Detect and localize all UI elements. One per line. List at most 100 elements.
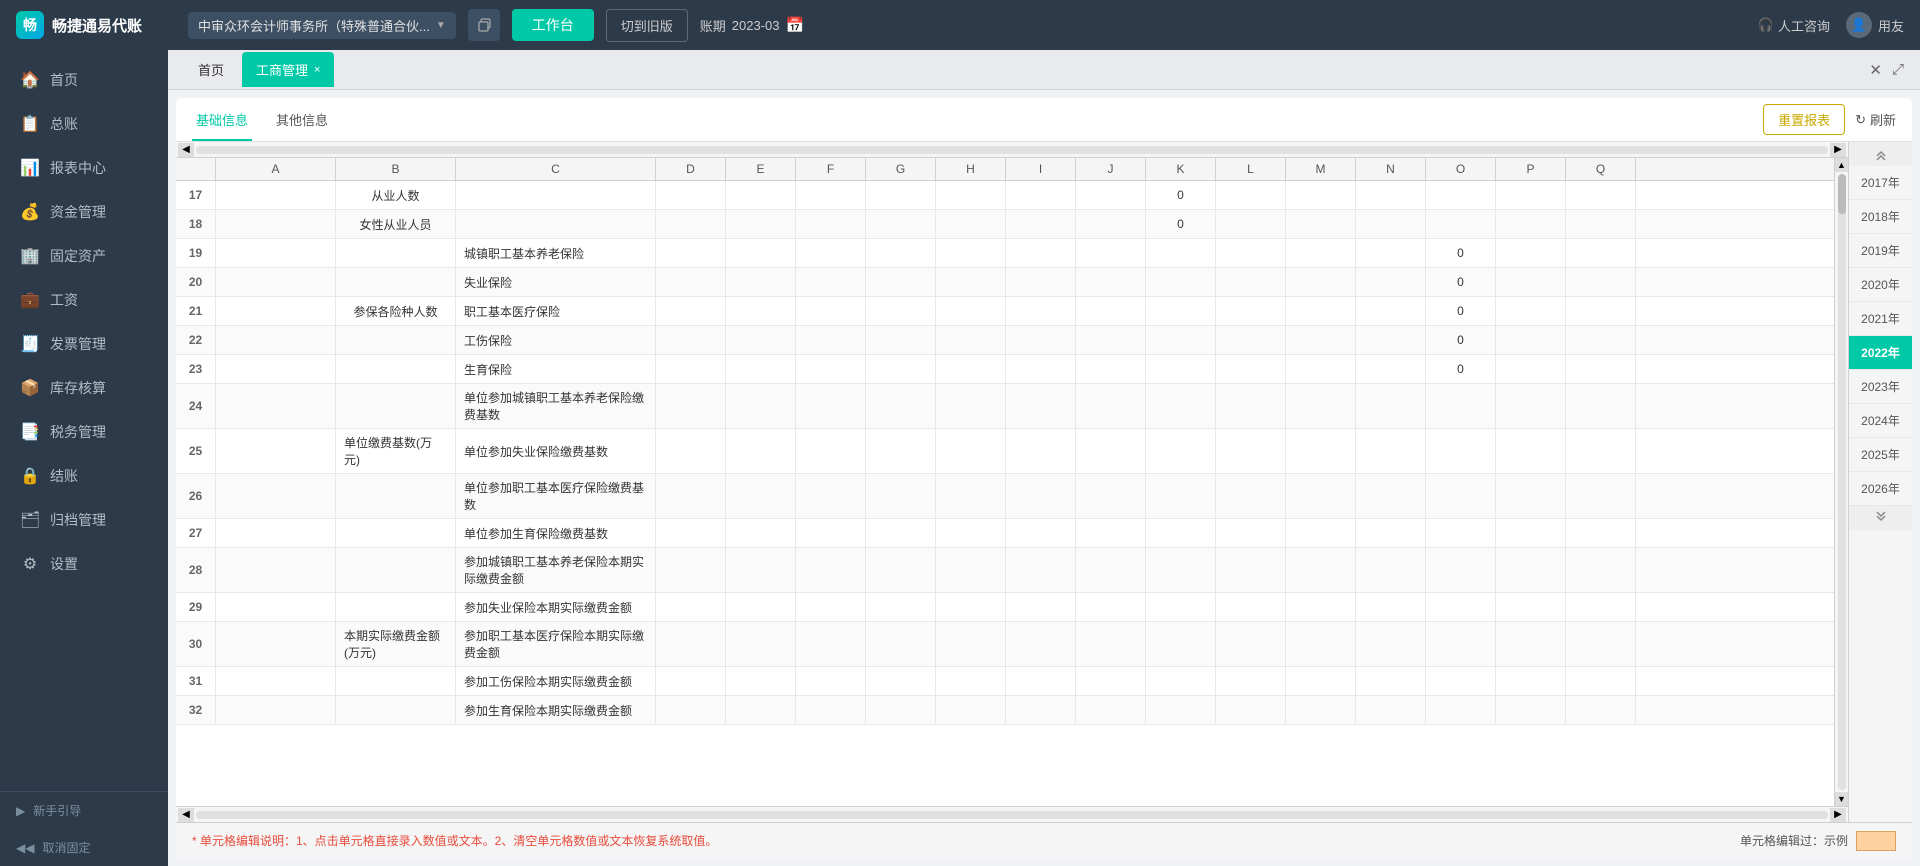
- row-22-p[interactable]: [1496, 326, 1566, 354]
- row-21-b[interactable]: 参保各险种人数: [336, 297, 456, 325]
- sidebar-item-archive[interactable]: 🗂 归档管理: [0, 498, 168, 542]
- row-19-c[interactable]: 城镇职工基本养老保险: [456, 239, 656, 267]
- row-27-q[interactable]: [1566, 519, 1636, 547]
- row-28-h[interactable]: [936, 548, 1006, 592]
- hscroll-track2[interactable]: [196, 811, 1828, 819]
- row-32-b[interactable]: [336, 696, 456, 724]
- year-2023[interactable]: 2023年: [1849, 370, 1912, 404]
- row-22-g[interactable]: [866, 326, 936, 354]
- row-20-b[interactable]: [336, 268, 456, 296]
- sidebar-item-capital[interactable]: 💰 资金管理: [0, 190, 168, 234]
- row-18-m[interactable]: [1286, 210, 1356, 238]
- row-20-k[interactable]: [1146, 268, 1216, 296]
- tab-close-icon[interactable]: ×: [314, 64, 320, 76]
- row-17-p[interactable]: [1496, 181, 1566, 209]
- row-30-j[interactable]: [1076, 622, 1146, 666]
- row-26-h[interactable]: [936, 474, 1006, 518]
- row-29-j[interactable]: [1076, 593, 1146, 621]
- row-18-i[interactable]: [1006, 210, 1076, 238]
- sidebar-item-ledger[interactable]: 📋 总账: [0, 102, 168, 146]
- unpin-item[interactable]: ◀◀ 取消固定: [0, 829, 168, 866]
- year-2021[interactable]: 2021年: [1849, 302, 1912, 336]
- row-26-d[interactable]: [656, 474, 726, 518]
- row-26-b[interactable]: [336, 474, 456, 518]
- row-26-p[interactable]: [1496, 474, 1566, 518]
- row-22-m[interactable]: [1286, 326, 1356, 354]
- row-25-j[interactable]: [1076, 429, 1146, 473]
- sheet-scroll-area[interactable]: A B C D E F G H I J K L: [176, 158, 1834, 806]
- row-18-h[interactable]: [936, 210, 1006, 238]
- year-panel-up[interactable]: [1849, 142, 1912, 166]
- row-32-l[interactable]: [1216, 696, 1286, 724]
- row-21-i[interactable]: [1006, 297, 1076, 325]
- row-28-b[interactable]: [336, 548, 456, 592]
- row-20-p[interactable]: [1496, 268, 1566, 296]
- row-18-p[interactable]: [1496, 210, 1566, 238]
- row-23-c[interactable]: 生育保险: [456, 355, 656, 383]
- row-32-a[interactable]: [216, 696, 336, 724]
- row-19-o[interactable]: 0: [1426, 239, 1496, 267]
- row-24-k[interactable]: [1146, 384, 1216, 428]
- row-17-l[interactable]: [1216, 181, 1286, 209]
- row-30-n[interactable]: [1356, 622, 1426, 666]
- sidebar-item-inventory[interactable]: 📦 库存核算: [0, 366, 168, 410]
- user-area[interactable]: 👤 用友: [1846, 12, 1904, 38]
- row-17-j[interactable]: [1076, 181, 1146, 209]
- row-29-m[interactable]: [1286, 593, 1356, 621]
- row-23-g[interactable]: [866, 355, 936, 383]
- sidebar-item-close[interactable]: 🔒 结账: [0, 454, 168, 498]
- row-23-b[interactable]: [336, 355, 456, 383]
- row-24-c[interactable]: 单位参加城镇职工基本养老保险缴费基数: [456, 384, 656, 428]
- row-17-k[interactable]: 0: [1146, 181, 1216, 209]
- row-20-c[interactable]: 失业保险: [456, 268, 656, 296]
- row-25-b[interactable]: 单位缴费基数(万元): [336, 429, 456, 473]
- sub-tab-basic[interactable]: 基础信息: [192, 100, 252, 141]
- bottom-hscroll[interactable]: ◀ ▶: [176, 806, 1848, 822]
- vertical-scrollbar[interactable]: ▲ ▼: [1834, 158, 1848, 806]
- row-23-l[interactable]: [1216, 355, 1286, 383]
- row-30-c[interactable]: 参加职工基本医疗保险本期实际缴费金额: [456, 622, 656, 666]
- row-31-p[interactable]: [1496, 667, 1566, 695]
- row-23-p[interactable]: [1496, 355, 1566, 383]
- row-22-f[interactable]: [796, 326, 866, 354]
- row-31-m[interactable]: [1286, 667, 1356, 695]
- row-31-g[interactable]: [866, 667, 936, 695]
- row-19-n[interactable]: [1356, 239, 1426, 267]
- row-23-k[interactable]: [1146, 355, 1216, 383]
- row-29-p[interactable]: [1496, 593, 1566, 621]
- sidebar-item-report[interactable]: 📊 报表中心: [0, 146, 168, 190]
- row-18-k[interactable]: 0: [1146, 210, 1216, 238]
- row-18-n[interactable]: [1356, 210, 1426, 238]
- row-28-m[interactable]: [1286, 548, 1356, 592]
- row-25-i[interactable]: [1006, 429, 1076, 473]
- row-22-q[interactable]: [1566, 326, 1636, 354]
- row-29-c[interactable]: 参加失业保险本期实际缴费金额: [456, 593, 656, 621]
- row-22-b[interactable]: [336, 326, 456, 354]
- row-25-l[interactable]: [1216, 429, 1286, 473]
- row-19-e[interactable]: [726, 239, 796, 267]
- row-28-l[interactable]: [1216, 548, 1286, 592]
- row-19-h[interactable]: [936, 239, 1006, 267]
- row-24-b[interactable]: [336, 384, 456, 428]
- row-21-h[interactable]: [936, 297, 1006, 325]
- row-26-o[interactable]: [1426, 474, 1496, 518]
- row-30-h[interactable]: [936, 622, 1006, 666]
- row-17-b[interactable]: 从业人数: [336, 181, 456, 209]
- row-28-j[interactable]: [1076, 548, 1146, 592]
- hscroll-right-btn[interactable]: ▶: [1830, 143, 1846, 157]
- row-22-k[interactable]: [1146, 326, 1216, 354]
- row-20-q[interactable]: [1566, 268, 1636, 296]
- row-26-n[interactable]: [1356, 474, 1426, 518]
- row-31-n[interactable]: [1356, 667, 1426, 695]
- row-30-b[interactable]: 本期实际缴费金额(万元): [336, 622, 456, 666]
- row-26-k[interactable]: [1146, 474, 1216, 518]
- workbench-button[interactable]: 工作台: [512, 9, 594, 41]
- sidebar-item-home[interactable]: 🏠 首页: [0, 58, 168, 102]
- row-22-a[interactable]: [216, 326, 336, 354]
- reset-report-button[interactable]: 重置报表: [1763, 104, 1845, 135]
- row-22-n[interactable]: [1356, 326, 1426, 354]
- row-21-o[interactable]: 0: [1426, 297, 1496, 325]
- row-20-h[interactable]: [936, 268, 1006, 296]
- new-guide-item[interactable]: ▶ 新手引导: [0, 792, 168, 829]
- row-28-e[interactable]: [726, 548, 796, 592]
